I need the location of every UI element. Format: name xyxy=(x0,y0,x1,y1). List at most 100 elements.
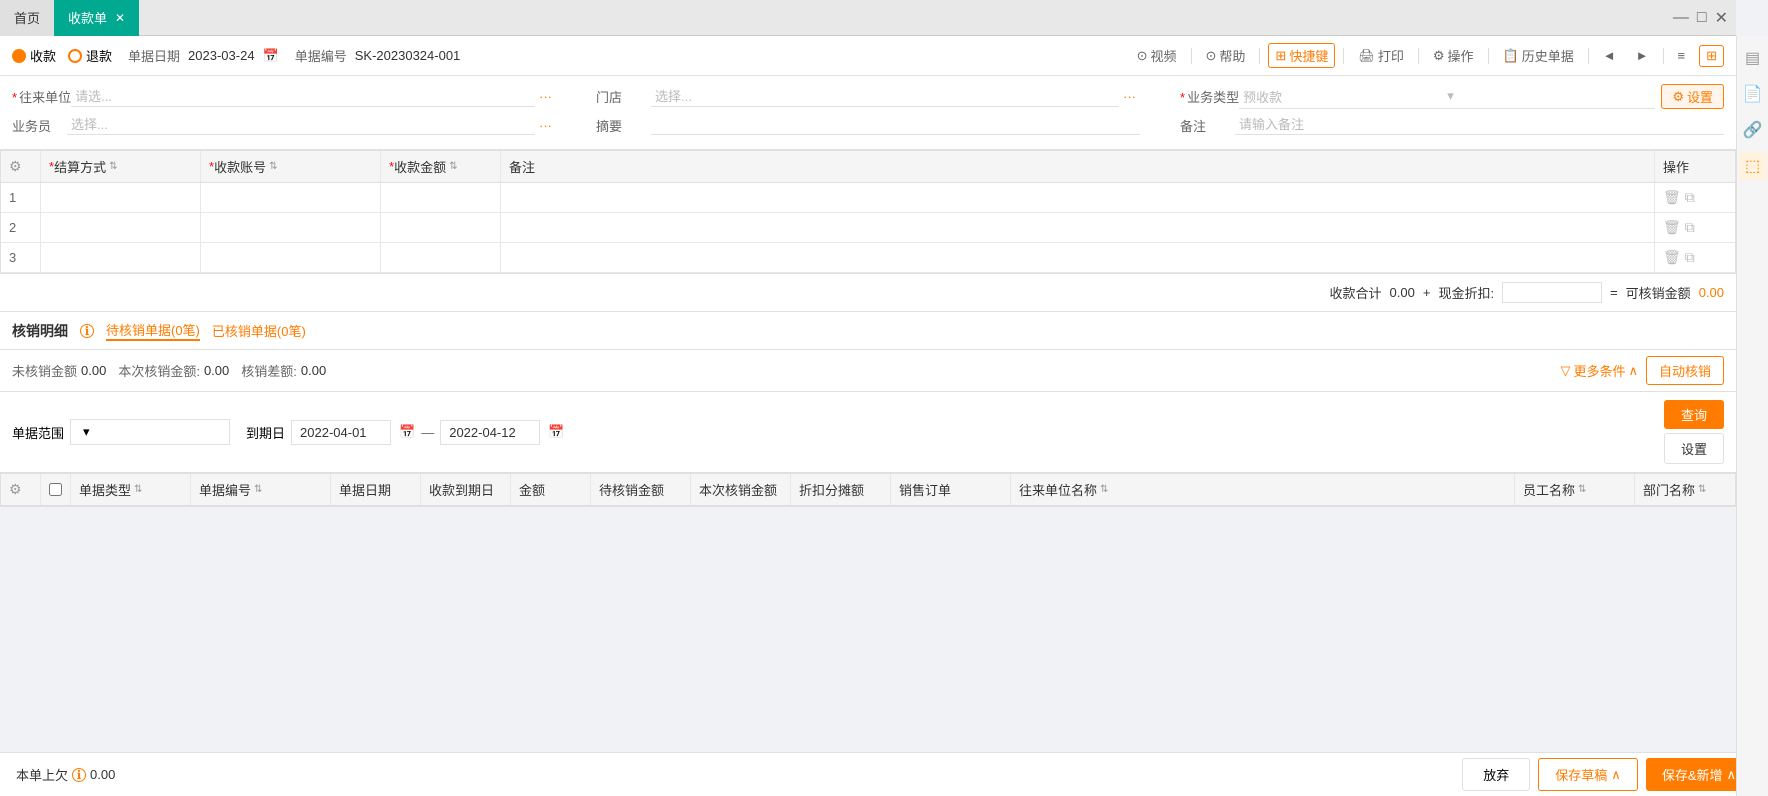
done-tab[interactable]: 已核销单据(0笔) xyxy=(212,321,306,340)
row-1-remarks[interactable] xyxy=(501,183,1655,212)
sidebar-icon-4[interactable]: ⬚ xyxy=(1739,152,1767,180)
row-2-amount[interactable] xyxy=(381,213,501,242)
row-3-delete-icon[interactable]: 🗑 xyxy=(1663,249,1681,266)
discount-input[interactable] xyxy=(1502,282,1602,303)
col-action: 操作 xyxy=(1655,151,1735,182)
sort-icon-account[interactable]: ⇅ xyxy=(269,161,277,172)
help-button[interactable]: ⊙ 帮助 xyxy=(1200,44,1252,67)
business-type-select[interactable]: 预收款 ▾ xyxy=(1239,85,1655,109)
maximize-button[interactable]: □ xyxy=(1697,9,1707,27)
prev-button[interactable]: ◄ xyxy=(1597,46,1622,65)
row-2-num: 2 xyxy=(1,213,41,242)
right-sidebar: ▤ 📄 🔗 ⬚ xyxy=(1736,36,1768,796)
sort-type[interactable]: ⇅ xyxy=(134,484,142,495)
bt-col-gear[interactable]: ⚙ xyxy=(1,474,41,505)
row-2-account[interactable] xyxy=(201,213,381,242)
gear-icon[interactable]: ⚙ xyxy=(9,158,22,175)
save-draft-button[interactable]: 保存草稿 ∧ xyxy=(1538,758,1638,791)
row-3-remarks[interactable] xyxy=(501,243,1655,272)
verification-title: 核销明细 xyxy=(12,321,68,341)
store-input[interactable] xyxy=(651,87,1119,107)
sidebar-icon-1[interactable]: ▤ xyxy=(1741,44,1764,72)
row-1-account[interactable] xyxy=(201,183,381,212)
sort-staff[interactable]: ⇅ xyxy=(1578,484,1586,495)
settings-button[interactable]: ⚙ 设置 xyxy=(1661,84,1724,109)
radio-receipt[interactable]: 收款 xyxy=(12,46,56,65)
tab-home[interactable]: 首页 xyxy=(0,0,54,36)
video-button[interactable]: ⊙ 视频 xyxy=(1131,44,1183,67)
row-1-delete-icon[interactable]: 🗑 xyxy=(1663,189,1681,206)
sort-dept[interactable]: ⇅ xyxy=(1698,484,1706,495)
row-3-amount[interactable] xyxy=(381,243,501,272)
staff-more-icon[interactable]: ··· xyxy=(535,118,556,133)
save-new-arrow-icon[interactable]: ∧ xyxy=(1726,767,1736,783)
abandon-button[interactable]: 放弃 xyxy=(1462,758,1530,791)
auto-cancel-button[interactable]: 自动核销 xyxy=(1646,356,1724,385)
row-2-copy-icon[interactable]: ⧉ xyxy=(1685,219,1695,236)
range-select[interactable]: ▾ xyxy=(70,419,230,445)
remarks-input[interactable] xyxy=(1235,115,1724,135)
bt-col-discount: 折扣分摊额 xyxy=(791,474,891,505)
select-all-checkbox[interactable] xyxy=(49,483,62,496)
doc-date-value[interactable]: 2023-03-24 xyxy=(188,48,255,63)
counterparty-more-icon[interactable]: ··· xyxy=(535,89,556,104)
close-button[interactable]: ✕ xyxy=(1715,8,1728,28)
row-3-settlement[interactable] xyxy=(41,243,201,272)
list-view-button[interactable]: ≡ xyxy=(1672,46,1692,65)
sort-counterparty[interactable]: ⇅ xyxy=(1100,484,1108,495)
due-date-start-input[interactable] xyxy=(291,420,391,445)
doc-no-value[interactable]: SK-20230324-001 xyxy=(355,48,461,63)
query-button[interactable]: 查询 xyxy=(1664,400,1724,429)
filter-settings-button[interactable]: 设置 xyxy=(1664,433,1724,464)
staff-input[interactable] xyxy=(67,115,535,135)
save-draft-arrow-icon[interactable]: ∧ xyxy=(1611,767,1621,783)
store-more-icon[interactable]: ··· xyxy=(1119,89,1140,104)
bt-col-check[interactable] xyxy=(41,474,71,505)
radio-refund[interactable]: 退款 xyxy=(68,46,112,65)
bottom-label: 本单上欠 xyxy=(16,765,68,784)
sidebar-icon-2[interactable]: 📄 xyxy=(1739,80,1767,108)
divider-5 xyxy=(1488,48,1489,64)
due-date-end-input[interactable] xyxy=(440,420,540,445)
row-1-copy-icon[interactable]: ⧉ xyxy=(1685,189,1695,206)
print-button[interactable]: 🖨 打印 xyxy=(1352,44,1410,67)
operation-button[interactable]: ⚙ 操作 xyxy=(1427,44,1480,67)
tab-receipt[interactable]: 收款单 ✕ xyxy=(54,0,139,36)
bottom-info: 本单上欠 ℹ 0.00 xyxy=(16,765,115,784)
equal-sign: = xyxy=(1610,285,1618,300)
due-date-start-calendar-icon[interactable]: 📅 xyxy=(399,424,415,440)
col-settings[interactable]: ⚙ xyxy=(1,151,41,182)
info-icon[interactable]: ℹ xyxy=(80,324,94,338)
tab-receipt-close[interactable]: ✕ xyxy=(115,11,125,25)
summary-input[interactable] xyxy=(651,115,1140,135)
bottom-info-icon[interactable]: ℹ xyxy=(72,768,86,782)
row-3-copy-icon[interactable]: ⧉ xyxy=(1685,249,1695,266)
sort-icon-amount[interactable]: ⇅ xyxy=(449,161,457,172)
row-2-settlement[interactable] xyxy=(41,213,201,242)
counterparty-input[interactable] xyxy=(71,87,535,107)
row-2-delete-icon[interactable]: 🗑 xyxy=(1663,219,1681,236)
row-1-amount[interactable] xyxy=(381,183,501,212)
bt-col-sales: 销售订单 xyxy=(891,474,1011,505)
minimize-button[interactable]: — xyxy=(1673,9,1689,27)
sort-icon-settlement[interactable]: ⇅ xyxy=(109,161,117,172)
row-1-settlement[interactable] xyxy=(41,183,201,212)
row-1-num: 1 xyxy=(1,183,41,212)
more-conditions-button[interactable]: ▽ 更多条件 ∧ xyxy=(1560,361,1638,380)
row-2-remarks[interactable] xyxy=(501,213,1655,242)
history-button[interactable]: 📋 历史单据 xyxy=(1497,44,1580,67)
sort-no[interactable]: ⇅ xyxy=(254,484,262,495)
counterparty-label: 往来单位 xyxy=(12,87,71,106)
divider-6 xyxy=(1588,48,1589,64)
verify-diff: 核销差额: 0.00 xyxy=(241,361,326,380)
pending-tab[interactable]: 待核销单据(0笔) xyxy=(106,320,200,341)
doc-date-calendar-icon[interactable]: 📅 xyxy=(263,48,279,64)
due-date-end-calendar-icon[interactable]: 📅 xyxy=(548,424,564,440)
shortcut-button[interactable]: ⊞ 快捷键 xyxy=(1268,43,1335,68)
sidebar-icon-3[interactable]: 🔗 xyxy=(1739,116,1767,144)
bt-gear-icon[interactable]: ⚙ xyxy=(9,481,22,498)
row-3-account[interactable] xyxy=(201,243,381,272)
next-button[interactable]: ► xyxy=(1630,46,1655,65)
plus-sign: + xyxy=(1423,285,1431,300)
grid-view-button[interactable]: ⊞ xyxy=(1699,45,1724,67)
